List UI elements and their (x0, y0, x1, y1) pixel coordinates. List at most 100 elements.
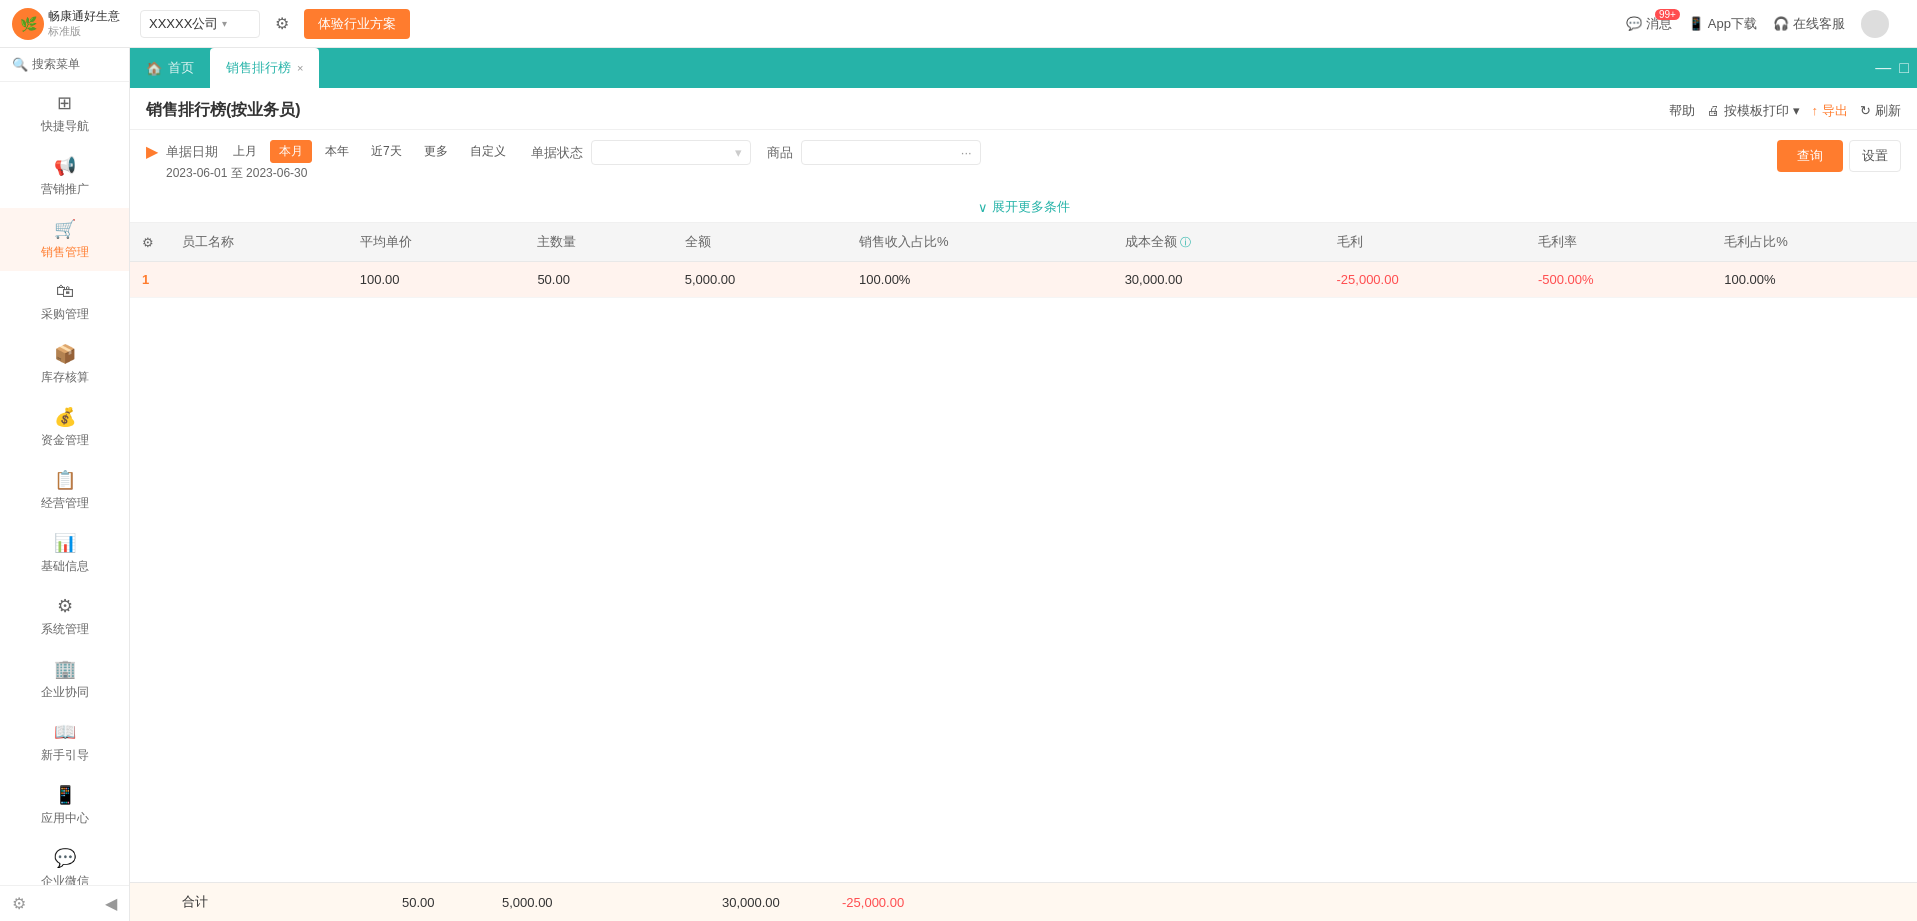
tab-sales-ranking[interactable]: 销售排行榜 × (210, 48, 319, 88)
status-select[interactable]: ▾ (591, 140, 751, 165)
data-table-container: ⚙ 员工名称 平均单价 主数量 全额 销售收入占比% 成本全额 ⓘ 毛利 毛利率… (130, 223, 1917, 882)
refresh-icon: ↻ (1860, 103, 1871, 118)
sidebar-item-finance[interactable]: 💰 资金管理 (0, 396, 129, 459)
enterprise-icon: 🏢 (54, 658, 76, 680)
footer-profit: -25,000.00 (842, 895, 962, 910)
sidebar-item-operations[interactable]: 📋 经营管理 (0, 459, 129, 522)
app-center-icon: 📱 (54, 784, 76, 806)
tab-home[interactable]: 🏠 首页 (130, 48, 210, 88)
tab-close-icon[interactable]: × (297, 62, 303, 74)
sidebar-item-label: 库存核算 (41, 369, 89, 386)
mobile-icon: 📱 (1688, 16, 1704, 31)
sidebar-item-quick-nav[interactable]: ⊞ 快捷导航 (0, 82, 129, 145)
th-amount: 全额 (673, 223, 847, 262)
cell-profit-rate: -500.00% (1526, 262, 1712, 298)
date-filter-top: 单据日期 上月 本月 本年 近7天 更多 自定义 (166, 140, 515, 163)
cell-qty: 50.00 (525, 262, 672, 298)
online-service-button[interactable]: 🎧 在线客服 (1773, 15, 1845, 33)
cell-avg-price: 100.00 (348, 262, 526, 298)
maximize-icon[interactable]: □ (1899, 59, 1909, 77)
sidebar-item-system[interactable]: ⚙ 系统管理 (0, 585, 129, 648)
export-icon: ↑ (1812, 103, 1819, 118)
footer-qty: 50.00 (402, 895, 502, 910)
content-area: 🏠 首页 销售排行榜 × — □ 销售排行榜(按业务员) 帮助 (130, 48, 1917, 921)
sidebar-item-guide[interactable]: 📖 新手引导 (0, 711, 129, 774)
collapse-icon[interactable]: ◀ (105, 894, 117, 913)
top-bar: 🌿 畅康通好生意 标准版 XXXXX公司 ▾ ⚙ 体验行业方案 💬 消息 99+… (0, 0, 1917, 48)
date-tab-7days[interactable]: 近7天 (362, 140, 411, 163)
app-download-button[interactable]: 📱 App下载 (1688, 15, 1757, 33)
status-filter-group: 单据状态 ▾ (531, 140, 751, 165)
filter-row-1: ▶ 单据日期 上月 本月 本年 近7天 更多 自定义 (146, 130, 1901, 192)
sidebar-item-wechat[interactable]: 💬 企业微信 (0, 837, 129, 885)
print-button[interactable]: 🖨 按模板打印 ▾ (1707, 102, 1800, 120)
th-profit-rate: 毛利率 (1526, 223, 1712, 262)
finance-icon: 💰 (54, 406, 76, 428)
sidebar-item-label: 销售管理 (41, 244, 89, 261)
headset-icon: 🎧 (1773, 16, 1789, 31)
th-settings[interactable]: ⚙ (130, 223, 170, 262)
date-tab-current-year[interactable]: 本年 (316, 140, 358, 163)
minimize-icon[interactable]: — (1875, 59, 1891, 77)
tab-active-label: 销售排行榜 (226, 59, 291, 77)
avatar[interactable] (1861, 10, 1889, 38)
date-range-display: 2023-06-01 至 2023-06-30 (166, 165, 515, 182)
date-tab-current-month[interactable]: 本月 (270, 140, 312, 163)
sidebar-nav: ⊞ 快捷导航 📢 营销推广 🛒 销售管理 🛍 采购管理 📦 库存核算 (0, 82, 129, 885)
cell-profit-pct: 100.00% (1712, 262, 1917, 298)
goods-filter-group: 商品 ··· (767, 140, 981, 165)
print-icon: 🖨 (1707, 103, 1720, 118)
sidebar-item-basic-info[interactable]: 📊 基础信息 (0, 522, 129, 585)
date-tab-more[interactable]: 更多 (415, 140, 457, 163)
message-button[interactable]: 💬 消息 99+ (1626, 15, 1672, 33)
goods-dots-icon[interactable]: ··· (961, 145, 972, 160)
sidebar-item-sales[interactable]: 🛒 销售管理 (0, 208, 129, 271)
filter-settings-button[interactable]: 设置 (1849, 140, 1901, 172)
settings-icon[interactable]: ⚙ (268, 10, 296, 38)
sidebar-item-marketing[interactable]: 📢 营销推广 (0, 145, 129, 208)
filter-expand-icon[interactable]: ▶ (146, 142, 158, 161)
goods-select[interactable]: ··· (801, 140, 981, 165)
table-footer: 合计 50.00 5,000.00 30,000.00 -25,000.00 (130, 882, 1917, 921)
date-tab-custom[interactable]: 自定义 (461, 140, 515, 163)
th-name: 员工名称 (170, 223, 348, 262)
sidebar-item-purchase[interactable]: 🛍 采购管理 (0, 271, 129, 333)
trial-button[interactable]: 体验行业方案 (304, 9, 410, 39)
cell-amount: 5,000.00 (673, 262, 847, 298)
sidebar-item-enterprise[interactable]: 🏢 企业协同 (0, 648, 129, 711)
status-filter-label: 单据状态 (531, 144, 583, 162)
th-profit: 毛利 (1325, 223, 1526, 262)
export-button[interactable]: ↑ 导出 (1812, 102, 1849, 120)
sidebar-search[interactable]: 🔍 搜索菜单 (0, 48, 129, 82)
export-label: 导出 (1822, 102, 1848, 120)
sidebar-item-label: 企业微信 (41, 873, 89, 885)
query-button[interactable]: 查询 (1777, 140, 1843, 172)
sidebar-item-label: 应用中心 (41, 810, 89, 827)
date-tab-last-month[interactable]: 上月 (224, 140, 266, 163)
wechat-icon: 💬 (54, 847, 76, 869)
th-qty: 主数量 (525, 223, 672, 262)
header-actions: 帮助 🖨 按模板打印 ▾ ↑ 导出 ↻ 刷新 (1669, 102, 1902, 120)
page-header: 销售排行榜(按业务员) 帮助 🖨 按模板打印 ▾ ↑ 导出 ↻ 刷新 (130, 88, 1917, 130)
th-avg-price: 平均单价 (348, 223, 526, 262)
tab-bar-actions: — □ (1875, 59, 1917, 77)
help-button[interactable]: 帮助 (1669, 102, 1695, 120)
message-icon: 💬 (1626, 16, 1642, 31)
refresh-label: 刷新 (1875, 102, 1901, 120)
tab-bar: 🏠 首页 销售排行榜 × — □ (130, 48, 1917, 88)
sidebar-item-inventory[interactable]: 📦 库存核算 (0, 333, 129, 396)
gear-bottom-icon[interactable]: ⚙ (12, 894, 26, 913)
th-cost: 成本全额 ⓘ (1113, 223, 1325, 262)
search-icon: 🔍 (12, 57, 28, 72)
brand-logo: 🌿 畅康通好生意 标准版 (12, 8, 132, 40)
date-tabs: 上月 本月 本年 近7天 更多 自定义 (224, 140, 515, 163)
app-download-label: App下载 (1708, 15, 1757, 33)
company-selector[interactable]: XXXXX公司 ▾ (140, 10, 260, 38)
footer-amount: 5,000.00 (502, 895, 602, 910)
inventory-icon: 📦 (54, 343, 76, 365)
refresh-button[interactable]: ↻ 刷新 (1860, 102, 1901, 120)
chevron-down-icon: ▾ (222, 18, 227, 29)
expand-more-button[interactable]: ∨ 展开更多条件 (146, 192, 1901, 222)
sidebar-item-app-center[interactable]: 📱 应用中心 (0, 774, 129, 837)
filter-buttons: 查询 设置 (1777, 140, 1901, 172)
